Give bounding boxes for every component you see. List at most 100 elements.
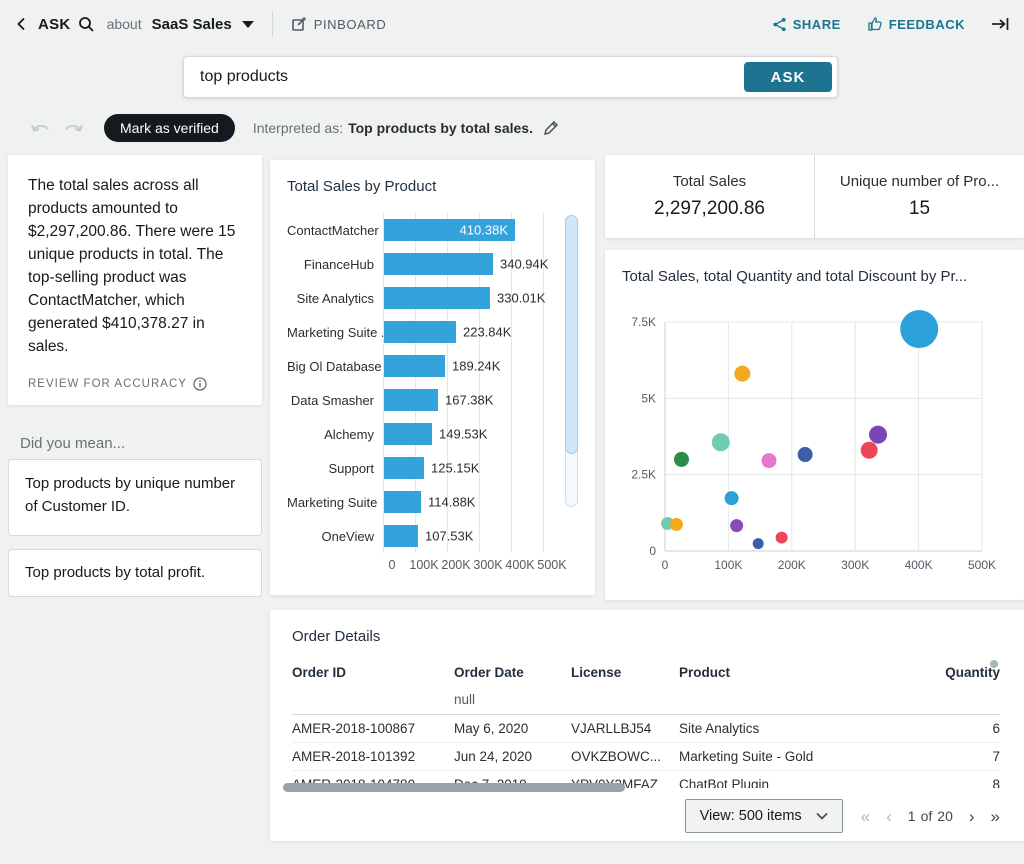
scatter-point[interactable] [670,518,683,531]
bar-row: FinanceHub340.94K [287,247,565,281]
undo-icon[interactable] [30,120,52,136]
bar[interactable] [384,253,493,275]
bar-x-axis: 0100K200K300K400K500K [287,558,565,574]
scatter-point[interactable] [674,452,689,467]
interpretation-row: Mark as verified Interpreted as: Top pro… [30,112,559,144]
scatter-point[interactable] [753,538,764,549]
feedback-label: FEEDBACK [889,17,965,32]
bar-row: Support125.15K [287,451,565,485]
scatter-point[interactable] [734,366,750,382]
kpi-card: Total Sales 2,297,200.86 Unique number o… [605,155,1024,238]
info-icon[interactable] [193,377,207,391]
bar[interactable] [384,389,438,411]
total-pages: 20 [937,808,953,824]
bar-value-label: 330.01K [497,291,545,306]
bar-category-label: OneView [287,529,383,544]
first-page-button[interactable]: « [861,808,870,825]
column-header[interactable]: License [571,658,679,686]
bar[interactable] [384,491,421,513]
column-header[interactable]: Quantity [900,658,1000,686]
scatter-point[interactable] [761,453,776,468]
collapse-panel-button[interactable] [991,16,1010,32]
scatter-point[interactable] [730,519,743,532]
scatter-point[interactable] [900,310,938,348]
ask-button[interactable]: ASK [744,62,832,92]
pinboard-icon [291,16,307,32]
interpretation-text: Top products by total sales. [348,120,533,136]
scatter-point[interactable] [776,532,788,544]
x-tick-label: 300K [473,558,502,572]
bar-chart-title: Total Sales by Product [287,178,578,195]
kpi-value: 15 [909,198,930,220]
bar-category-label: Alchemy [287,427,383,442]
column-header[interactable]: Order ID [292,658,454,686]
question-input[interactable] [184,57,724,97]
last-page-button[interactable]: » [991,808,1000,825]
scatter-point[interactable] [861,442,878,459]
bar[interactable] [384,525,418,547]
next-page-button[interactable]: › [969,808,975,825]
table-cell: null [454,686,571,714]
chevron-down-icon[interactable] [242,21,254,28]
bar[interactable] [384,457,424,479]
bar-row: OneView107.53K [287,519,565,553]
table-cell: Site Analytics [679,714,900,742]
chevron-down-icon [816,812,828,820]
column-header[interactable]: Order Date [454,658,571,686]
share-button[interactable]: SHARE [772,17,841,32]
quicksight-q-app: ASK about SaaS Sales PINBOARD SHARE FEED… [0,0,1024,864]
divider [272,11,273,37]
kpi-value: 2,297,200.86 [654,198,765,220]
bar[interactable] [384,321,456,343]
x-tick-label: 500K [537,558,566,572]
pencil-icon [543,120,559,136]
suggestion-card[interactable]: Top products by total profit. [8,549,262,597]
bar-rows: ContactMatcher410.38KFinanceHub340.94KSi… [287,213,565,553]
bar-category-label: ContactMatcher [287,223,383,238]
bar-row: Marketing Suite ...223.84K [287,315,565,349]
bar[interactable] [384,423,432,445]
chart-scrollbar[interactable] [565,215,578,507]
table-cell: AMER-2018-101392 [292,742,454,770]
interpreted-as-label: Interpreted as: [253,120,343,136]
scatter-point[interactable] [869,426,887,444]
table-horizontal-scrollbar[interactable] [283,783,625,792]
pinboard-button[interactable]: PINBOARD [291,16,387,32]
arrow-to-bar-icon [991,16,1010,32]
share-label: SHARE [793,17,841,32]
table-cell: Jun 24, 2020 [454,742,571,770]
table-cell: ChatBot Plugin [679,770,900,788]
top-bar: ASK about SaaS Sales PINBOARD SHARE FEED… [0,0,1024,48]
back-button[interactable] [14,16,30,32]
edit-interpretation-button[interactable] [543,120,559,136]
table-footer: View: 500 items « ‹ 1 of 20 › » [270,798,1000,834]
bar-row: Alchemy149.53K [287,417,565,451]
bar-row: Big Ol Database189.24K [287,349,565,383]
suggestion-card[interactable]: Top products by unique number of Custome… [8,459,262,536]
svg-text:5K: 5K [641,391,656,405]
bar-value-label: 125.15K [431,461,479,476]
redo-icon[interactable] [62,120,84,136]
table-row[interactable]: null [292,686,1000,714]
bar[interactable] [384,287,490,309]
scatter-plot: 02.5K5K7.5K0100K200K300K400K500K [605,290,1024,590]
view-items-dropdown[interactable]: View: 500 items [685,799,843,833]
feedback-button[interactable]: FEEDBACK [867,16,965,32]
table-row[interactable]: AMER-2018-100867May 6, 2020VJARLLBJ54Sit… [292,714,1000,742]
table-cell: 8 [900,770,1000,788]
bar-value-label: 340.94K [500,257,548,272]
column-header[interactable]: Product [679,658,900,686]
table-row[interactable]: AMER-2018-101392Jun 24, 2020OVKZBOWC...M… [292,742,1000,770]
scatter-point[interactable] [798,447,813,462]
review-for-accuracy: REVIEW FOR ACCURACY [28,377,207,391]
mark-as-verified-button[interactable]: Mark as verified [104,114,235,142]
chart-scrollbar-thumb[interactable] [565,215,578,454]
scatter-point[interactable] [725,491,739,505]
question-bar: ASK [183,56,838,98]
bar[interactable] [384,355,445,377]
narrative-card: The total sales across all products amou… [8,155,262,405]
previous-page-button[interactable]: ‹ [886,808,892,825]
svg-text:400K: 400K [905,558,933,572]
dataset-selector[interactable]: SaaS Sales [152,16,232,33]
scatter-point[interactable] [712,433,730,451]
